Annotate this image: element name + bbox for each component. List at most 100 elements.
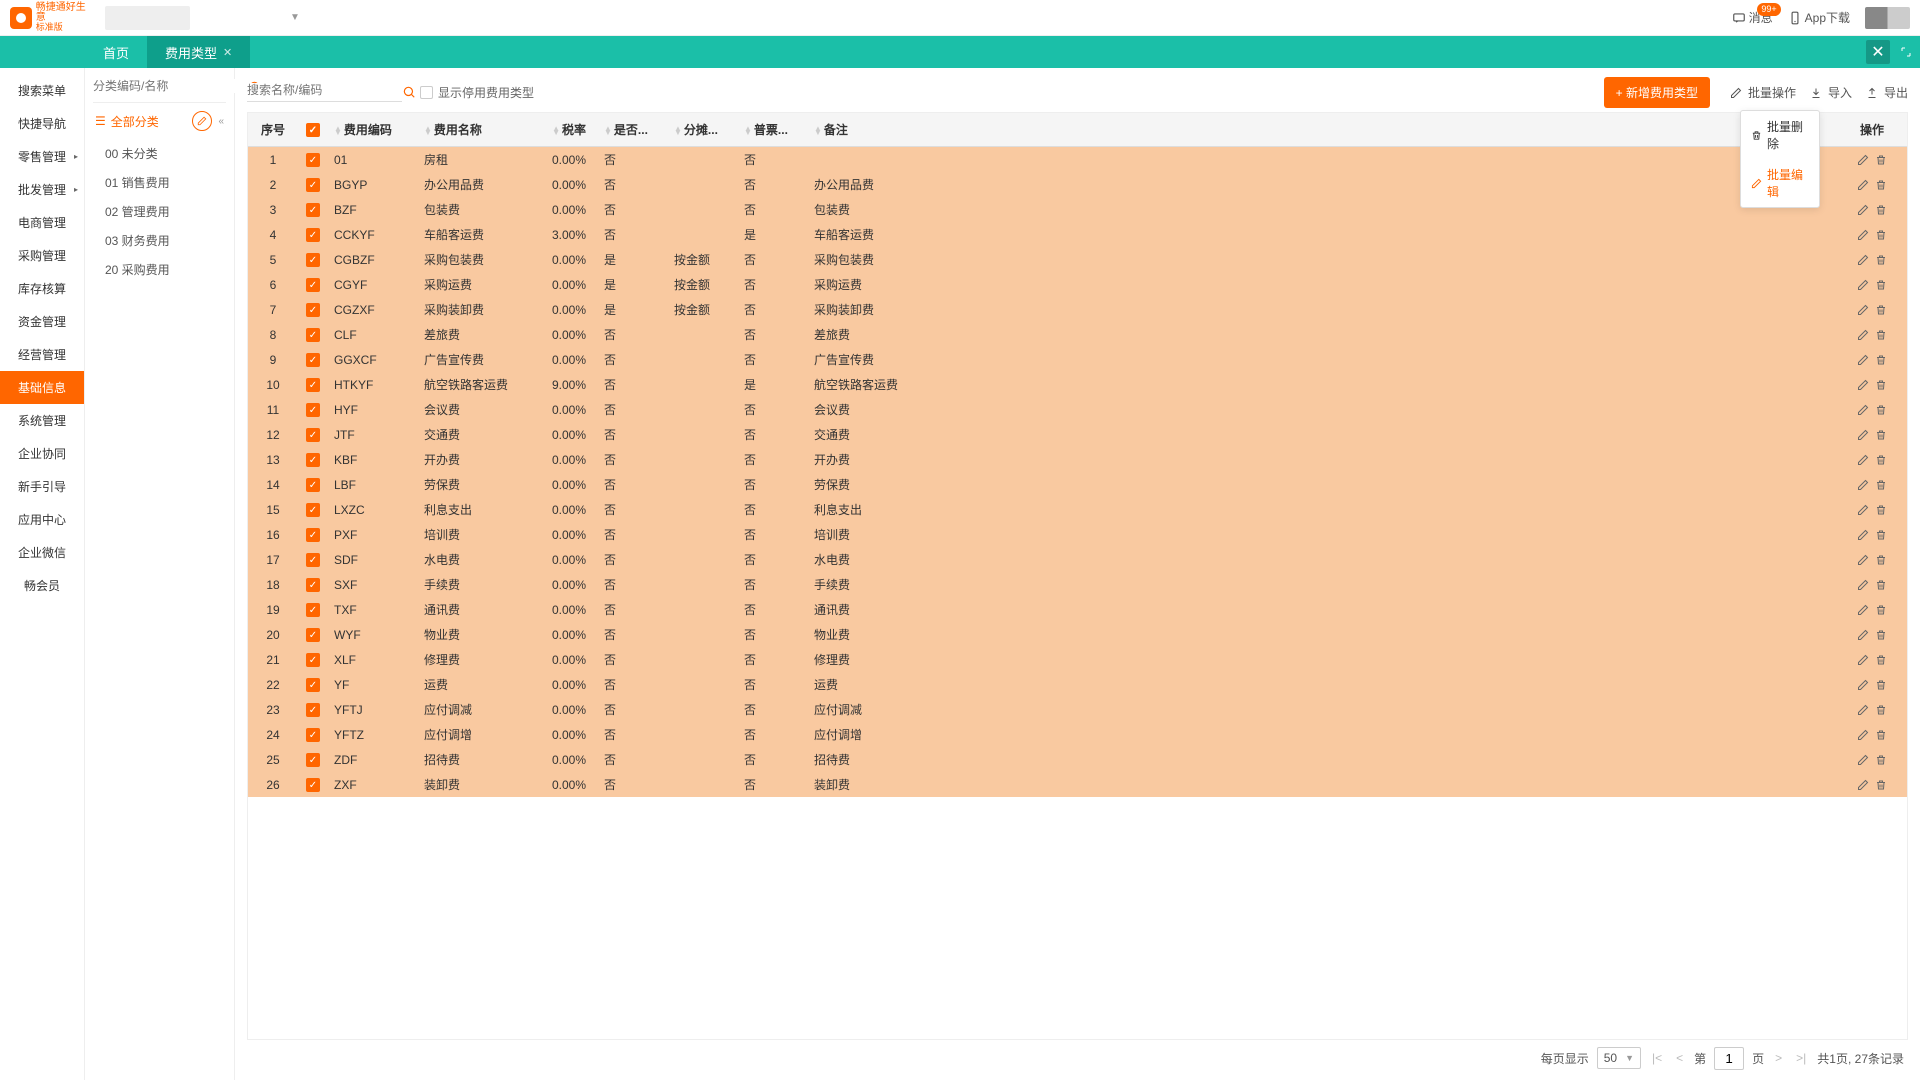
cell-checkbox[interactable]: ✓	[298, 597, 328, 622]
cell-checkbox[interactable]: ✓	[298, 372, 328, 397]
delete-icon[interactable]	[1875, 628, 1887, 642]
table-row[interactable]: 18✓SXF手续费0.00%否否手续费	[248, 572, 1907, 597]
delete-icon[interactable]	[1875, 203, 1887, 217]
delete-icon[interactable]	[1875, 303, 1887, 317]
import-button[interactable]: 导入	[1810, 84, 1852, 101]
category-item[interactable]: 01 销售费用	[93, 168, 226, 197]
search-icon[interactable]	[402, 82, 416, 98]
cell-checkbox[interactable]: ✓	[298, 197, 328, 222]
delete-icon[interactable]	[1875, 553, 1887, 567]
edit-icon[interactable]	[1857, 203, 1869, 217]
table-row[interactable]: 15✓LXZC利息支出0.00%否否利息支出	[248, 497, 1907, 522]
table-row[interactable]: 19✓TXF通讯费0.00%否否通讯费	[248, 597, 1907, 622]
table-row[interactable]: 1✓01房租0.00%否否	[248, 147, 1907, 173]
delete-icon[interactable]	[1875, 153, 1887, 167]
tab-expense-type[interactable]: 费用类型 ✕	[147, 36, 250, 68]
table-row[interactable]: 2✓BGYP办公用品费0.00%否否办公用品费	[248, 172, 1907, 197]
col-code[interactable]: ▲▼费用编码	[328, 113, 418, 147]
edit-icon[interactable]	[1857, 428, 1869, 442]
first-page-button[interactable]: |<	[1649, 1051, 1665, 1065]
category-item[interactable]: 00 未分类	[93, 139, 226, 168]
delete-icon[interactable]	[1875, 453, 1887, 467]
cell-checkbox[interactable]: ✓	[298, 347, 328, 372]
edit-icon[interactable]	[1857, 253, 1869, 267]
edit-icon[interactable]	[1857, 303, 1869, 317]
category-item[interactable]: 03 财务费用	[93, 226, 226, 255]
edit-icon[interactable]	[1857, 728, 1869, 742]
close-icon[interactable]: ✕	[223, 46, 232, 59]
checkbox-all-icon[interactable]: ✓	[306, 123, 320, 137]
edit-icon[interactable]	[1857, 178, 1869, 192]
delete-icon[interactable]	[1875, 228, 1887, 242]
delete-icon[interactable]	[1875, 278, 1887, 292]
delete-icon[interactable]	[1875, 578, 1887, 592]
cell-checkbox[interactable]: ✓	[298, 297, 328, 322]
delete-icon[interactable]	[1875, 478, 1887, 492]
show-disabled-checkbox[interactable]: 显示停用费用类型	[420, 84, 534, 101]
cell-checkbox[interactable]: ✓	[298, 147, 328, 173]
edit-icon[interactable]	[1857, 678, 1869, 692]
table-row[interactable]: 8✓CLF差旅费0.00%否否差旅费	[248, 322, 1907, 347]
table-row[interactable]: 26✓ZXF装卸费0.00%否否装卸费	[248, 772, 1907, 797]
delete-icon[interactable]	[1875, 503, 1887, 517]
table-row[interactable]: 17✓SDF水电费0.00%否否水电费	[248, 547, 1907, 572]
delete-icon[interactable]	[1875, 728, 1887, 742]
sidebar-item[interactable]: 基础信息	[0, 371, 84, 404]
edit-icon[interactable]	[1857, 528, 1869, 542]
delete-icon[interactable]	[1875, 428, 1887, 442]
category-item[interactable]: 20 采购费用	[93, 255, 226, 284]
table-row[interactable]: 20✓WYF物业费0.00%否否物业费	[248, 622, 1907, 647]
cell-checkbox[interactable]: ✓	[298, 172, 328, 197]
cell-checkbox[interactable]: ✓	[298, 572, 328, 597]
sidebar-item[interactable]: 资金管理	[0, 305, 84, 338]
table-row[interactable]: 24✓YFTZ应付调增0.00%否否应付调增	[248, 722, 1907, 747]
edit-icon[interactable]	[1857, 353, 1869, 367]
edit-icon[interactable]	[1857, 403, 1869, 417]
edit-icon[interactable]	[1857, 603, 1869, 617]
cell-checkbox[interactable]: ✓	[298, 672, 328, 697]
cell-checkbox[interactable]: ✓	[298, 697, 328, 722]
delete-icon[interactable]	[1875, 253, 1887, 267]
delete-icon[interactable]	[1875, 378, 1887, 392]
cell-checkbox[interactable]: ✓	[298, 722, 328, 747]
edit-icon[interactable]	[1857, 278, 1869, 292]
tab-home[interactable]: 首页	[85, 36, 147, 68]
edit-icon[interactable]	[192, 111, 212, 131]
delete-icon[interactable]	[1875, 603, 1887, 617]
cell-checkbox[interactable]: ✓	[298, 247, 328, 272]
cell-checkbox[interactable]: ✓	[298, 547, 328, 572]
sidebar-item[interactable]: 应用中心	[0, 503, 84, 536]
col-seq[interactable]: 序号	[248, 113, 298, 147]
messages-link[interactable]: 消息 99+	[1732, 9, 1773, 26]
cell-checkbox[interactable]: ✓	[298, 647, 328, 672]
table-row[interactable]: 12✓JTF交通费0.00%否否交通费	[248, 422, 1907, 447]
sidebar-item[interactable]: 电商管理	[0, 206, 84, 239]
delete-icon[interactable]	[1875, 403, 1887, 417]
table-row[interactable]: 22✓YF运费0.00%否否运费	[248, 672, 1907, 697]
table-row[interactable]: 5✓CGBZF采购包装费0.00%是按金额否采购包装费	[248, 247, 1907, 272]
cell-checkbox[interactable]: ✓	[298, 772, 328, 797]
batch-ops-button[interactable]: 批量操作	[1730, 84, 1796, 101]
sidebar-item[interactable]: 系统管理	[0, 404, 84, 437]
cell-checkbox[interactable]: ✓	[298, 397, 328, 422]
edit-icon[interactable]	[1857, 703, 1869, 717]
per-page-select[interactable]: 50 ▼	[1597, 1047, 1641, 1069]
col-checkbox[interactable]: ✓	[298, 113, 328, 147]
category-search-input[interactable]	[93, 79, 248, 93]
sidebar-item[interactable]: 库存核算	[0, 272, 84, 305]
edit-icon[interactable]	[1857, 378, 1869, 392]
col-share[interactable]: ▲▼分摊...	[668, 113, 738, 147]
table-row[interactable]: 16✓PXF培训费0.00%否否培训费	[248, 522, 1907, 547]
edit-icon[interactable]	[1857, 228, 1869, 242]
sidebar-item[interactable]: 零售管理▸	[0, 140, 84, 173]
cell-checkbox[interactable]: ✓	[298, 747, 328, 772]
next-page-button[interactable]: >	[1772, 1051, 1785, 1065]
cell-checkbox[interactable]: ✓	[298, 222, 328, 247]
col-remark[interactable]: ▲▼备注	[808, 113, 1837, 147]
table-row[interactable]: 21✓XLF修理费0.00%否否修理费	[248, 647, 1907, 672]
delete-icon[interactable]	[1875, 703, 1887, 717]
sidebar-item[interactable]: 搜索菜单	[0, 74, 84, 107]
table-row[interactable]: 25✓ZDF招待费0.00%否否招待费	[248, 747, 1907, 772]
table-row[interactable]: 23✓YFTJ应付调减0.00%否否应付调减	[248, 697, 1907, 722]
table-row[interactable]: 11✓HYF会议费0.00%否否会议费	[248, 397, 1907, 422]
